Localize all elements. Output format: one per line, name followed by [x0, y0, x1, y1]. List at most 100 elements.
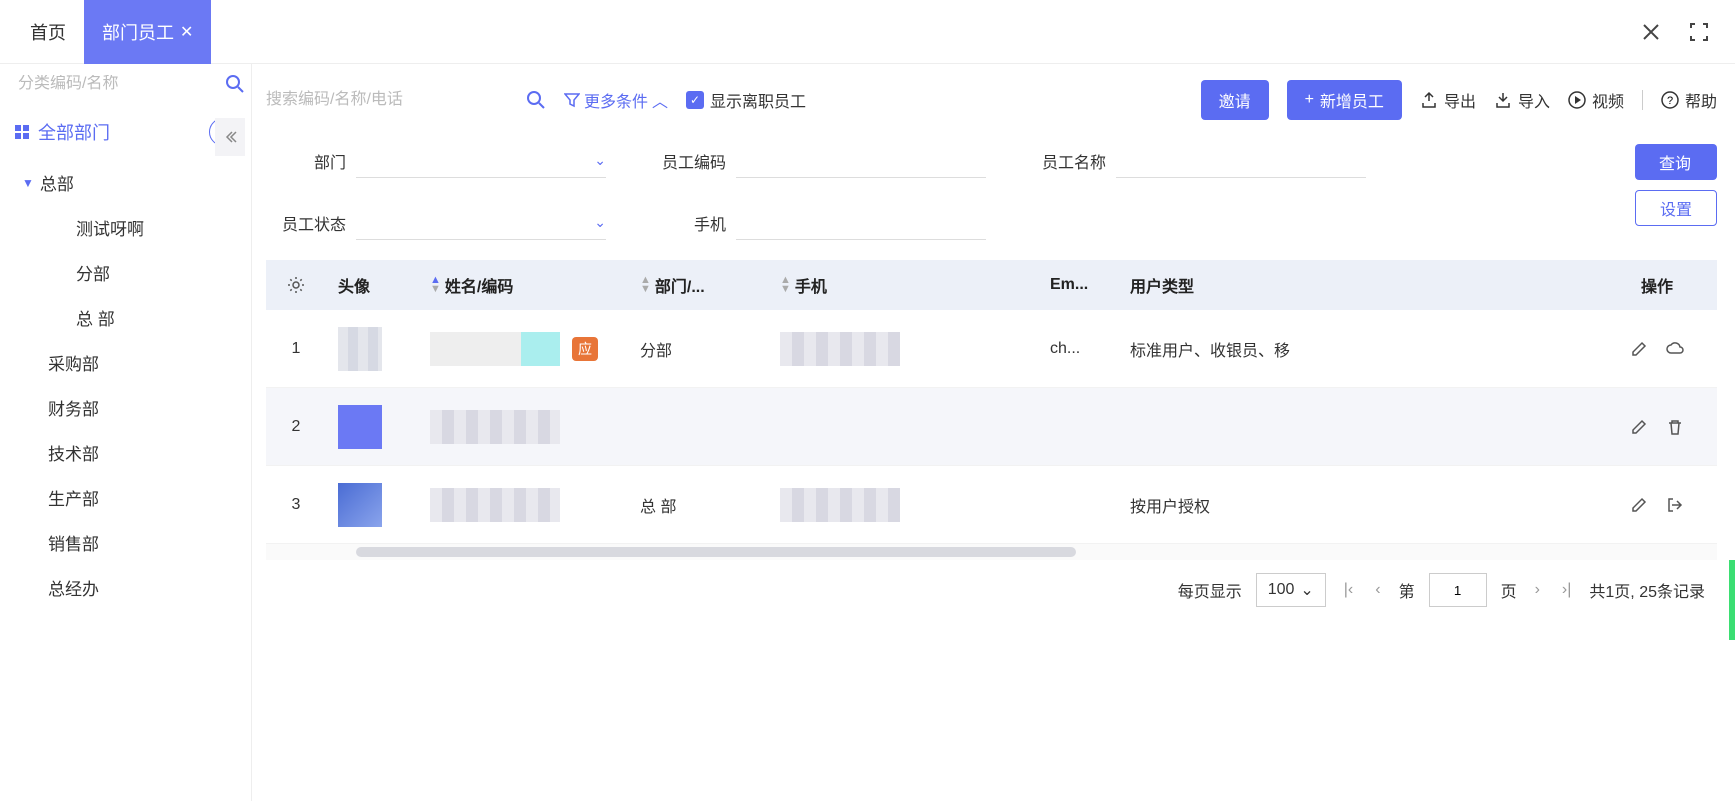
help-label: 帮助	[1685, 88, 1717, 112]
table-row[interactable]: 1 应 分部 ch... 标准用户、收银员、移	[266, 310, 1717, 388]
col-dept[interactable]: ▲▼ 部门/...	[628, 273, 768, 297]
add-employee-button[interactable]: + 新增员工	[1287, 80, 1402, 120]
edit-icon[interactable]	[1630, 418, 1648, 436]
department-select[interactable]: ⌄	[356, 144, 606, 178]
tree-node[interactable]: 采购部	[0, 340, 251, 385]
sort-icon: ▲▼	[430, 276, 441, 294]
tree-node[interactable]: 财务部	[0, 385, 251, 430]
filter-form: 部门 ⌄ 员工编码 员工名称 员工状态 ⌄ 手机	[266, 128, 1717, 260]
export-label: 导出	[1444, 88, 1476, 112]
side-accent	[1729, 560, 1735, 640]
fullscreen-icon[interactable]	[1681, 14, 1717, 50]
avatar	[338, 483, 382, 527]
employee-status-select[interactable]: ⌄	[356, 206, 606, 240]
tree-node[interactable]: 总 部	[0, 295, 251, 340]
chevron-up-icon: ︿	[652, 88, 668, 112]
next-page-button[interactable]: ›	[1531, 581, 1544, 599]
col-phone[interactable]: ▲▼ 手机	[768, 273, 1038, 297]
phone-input[interactable]	[736, 206, 986, 240]
import-button[interactable]: 导入	[1494, 88, 1550, 112]
filter-employee-code: 员工编码	[646, 144, 986, 178]
cell-dept: 总 部	[628, 493, 768, 517]
badge: 应	[572, 337, 598, 361]
main-search-input[interactable]	[266, 85, 526, 115]
redacted-name	[430, 410, 560, 444]
close-panel-icon[interactable]	[1633, 14, 1669, 50]
invite-button[interactable]: 邀请	[1201, 80, 1269, 120]
prev-page-button[interactable]: ‹	[1371, 581, 1384, 599]
col-avatar[interactable]: 头像	[326, 273, 418, 297]
avatar	[338, 405, 382, 449]
logout-icon[interactable]	[1666, 496, 1684, 514]
cloud-icon[interactable]	[1666, 340, 1684, 358]
col-label: 姓名/编码	[445, 273, 513, 297]
tree-node-root[interactable]: ▼ 总部	[0, 160, 251, 205]
close-icon[interactable]: ✕	[180, 22, 193, 42]
filter-label: 手机	[646, 211, 726, 235]
video-button[interactable]: 视频	[1568, 88, 1624, 112]
table-row[interactable]: 3 总 部 按用户授权	[266, 466, 1717, 544]
table-header: 头像 ▲▼ 姓名/编码 ▲▼ 部门/... ▲▼ 手机 Em... 用户类型 操…	[266, 260, 1717, 310]
column-settings-icon[interactable]	[266, 276, 326, 294]
search-icon[interactable]	[526, 90, 546, 110]
tab-dept-employee[interactable]: 部门员工 ✕	[84, 0, 211, 64]
tree-node[interactable]: 总经办	[0, 565, 251, 610]
employee-code-input[interactable]	[736, 144, 986, 178]
chevron-down-icon: ⌄	[1300, 580, 1313, 600]
col-email[interactable]: Em...	[1038, 276, 1118, 294]
import-icon	[1494, 91, 1512, 109]
add-employee-label: 新增员工	[1320, 88, 1384, 112]
query-button[interactable]: 查询	[1635, 144, 1717, 180]
table-row[interactable]: 2	[266, 388, 1717, 466]
redacted-phone	[780, 332, 900, 366]
help-button[interactable]: ? 帮助	[1661, 88, 1717, 112]
row-index: 2	[266, 418, 326, 436]
delete-icon[interactable]	[1666, 418, 1684, 436]
filter-label: 部门	[266, 149, 346, 173]
tab-home[interactable]: 首页	[12, 0, 84, 64]
first-page-button[interactable]: |‹	[1340, 581, 1357, 599]
tree-node[interactable]: 分部	[0, 250, 251, 295]
filter-department: 部门 ⌄	[266, 144, 606, 178]
filter-employee-name: 员工名称	[1026, 144, 1366, 178]
import-label: 导入	[1518, 88, 1550, 112]
collapse-sidebar-button[interactable]	[215, 118, 245, 156]
sidebar-search-input[interactable]	[18, 75, 225, 93]
export-button[interactable]: 导出	[1420, 88, 1476, 112]
employee-table: 头像 ▲▼ 姓名/编码 ▲▼ 部门/... ▲▼ 手机 Em... 用户类型 操…	[266, 260, 1717, 801]
tree-node[interactable]: 技术部	[0, 430, 251, 475]
per-page-value: 100	[1268, 581, 1295, 599]
cell-dept: 分部	[628, 337, 768, 361]
show-departed-checkbox[interactable]: ✓ 显示离职员工	[686, 88, 806, 112]
tree-node[interactable]: 销售部	[0, 520, 251, 565]
edit-icon[interactable]	[1630, 340, 1648, 358]
per-page-select[interactable]: 100 ⌄	[1256, 573, 1326, 607]
redacted-phone	[780, 488, 900, 522]
filter-label: 员工状态	[266, 211, 346, 235]
page-input[interactable]	[1429, 573, 1487, 607]
col-ops: 操作	[1597, 273, 1717, 297]
horizontal-scrollbar[interactable]	[266, 544, 1717, 560]
last-page-button[interactable]: ›|	[1558, 581, 1575, 599]
col-user-type[interactable]: 用户类型	[1118, 273, 1338, 297]
more-conditions-toggle[interactable]: 更多条件 ︿	[564, 88, 668, 112]
row-index: 1	[266, 340, 326, 358]
edit-icon[interactable]	[1630, 496, 1648, 514]
help-icon: ?	[1661, 91, 1679, 109]
tree-node[interactable]: 生产部	[0, 475, 251, 520]
pagination: 每页显示 100 ⌄ |‹ ‹ 第 页 › ›| 共1页, 25条记录	[266, 560, 1717, 620]
filter-label: 员工编码	[646, 149, 726, 173]
tree-node[interactable]: 测试呀啊	[0, 205, 251, 250]
cell-email: ch...	[1038, 340, 1118, 358]
more-conditions-label: 更多条件	[584, 88, 648, 112]
chevron-down-icon: ⌄	[594, 152, 606, 169]
tab-label: 部门员工	[102, 19, 174, 45]
employee-name-input[interactable]	[1116, 144, 1366, 178]
settings-button[interactable]: 设置	[1635, 190, 1717, 226]
cell-user-type: 按用户授权	[1118, 493, 1338, 517]
search-icon[interactable]	[225, 74, 245, 94]
svg-text:?: ?	[1667, 95, 1673, 107]
department-tree: ▼ 总部 测试呀啊 分部 总 部 采购部 财务部 技术部 生产部 销售部 总经办	[0, 156, 251, 614]
col-name[interactable]: ▲▼ 姓名/编码	[418, 273, 628, 297]
all-departments-button[interactable]: 全部部门	[0, 108, 251, 156]
